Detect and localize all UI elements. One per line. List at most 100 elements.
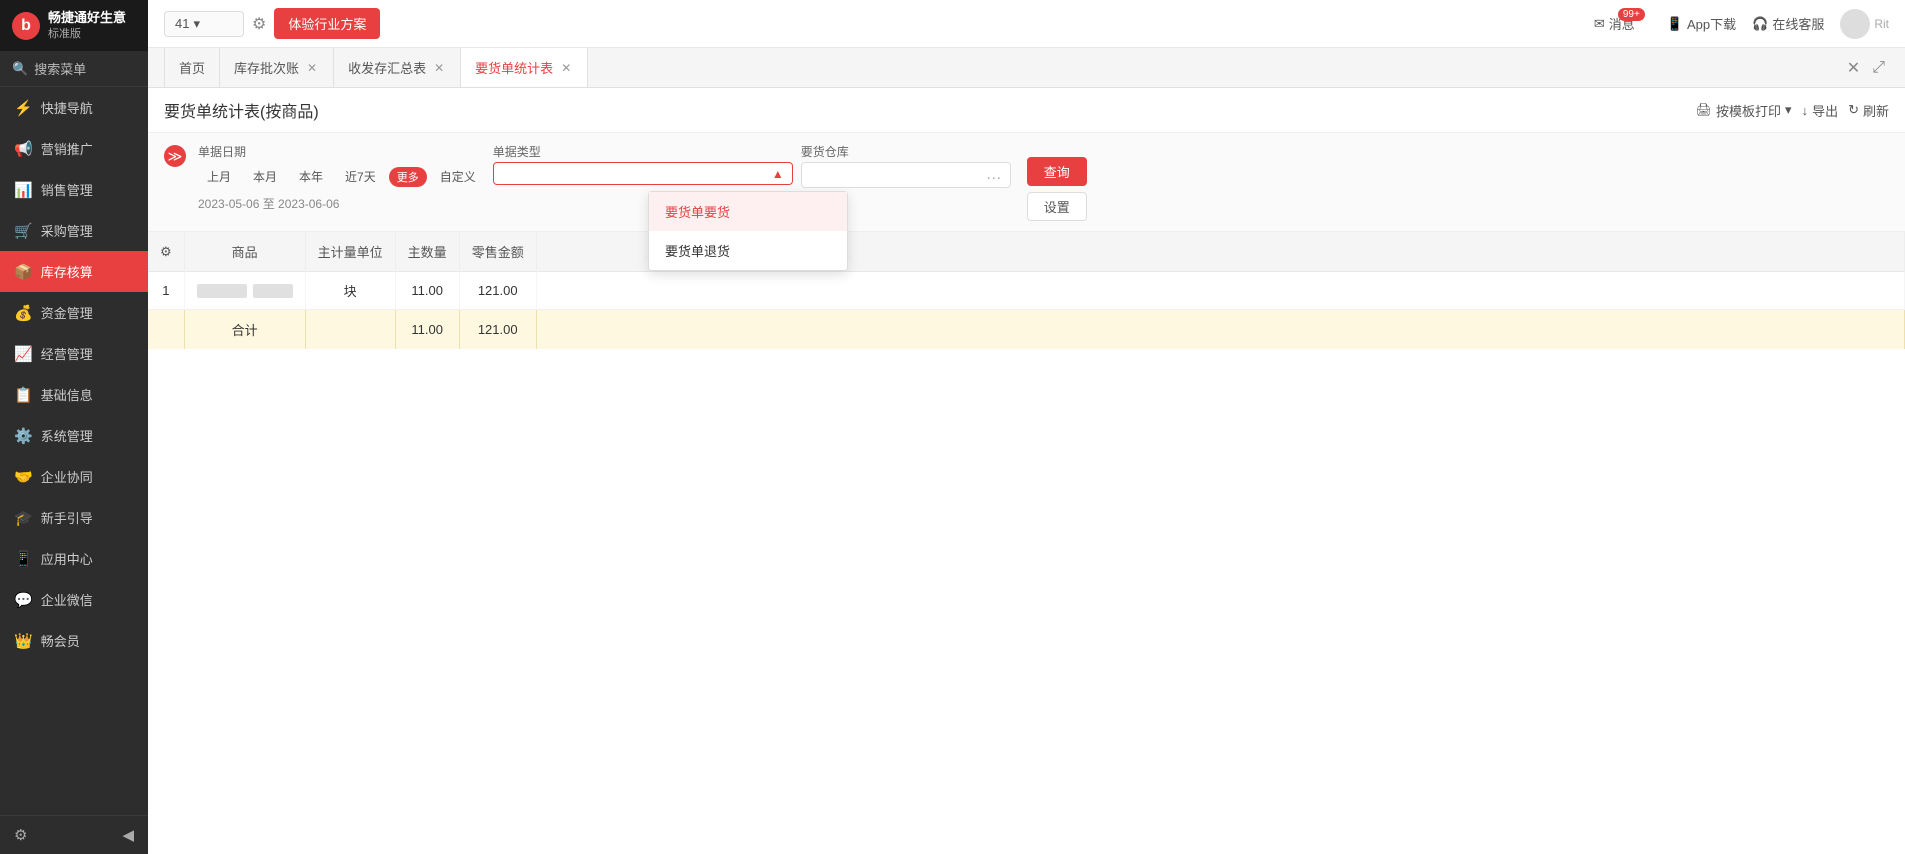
sidebar-item-inventory[interactable]: 📦 库存核算 — [0, 251, 148, 292]
date-options-row: 上月 本月 本年 近7天 更多 自定义 — [198, 164, 485, 189]
export-btn[interactable]: ↓ 导出 — [1802, 101, 1839, 120]
trial-btn[interactable]: 体验行业方案 — [274, 8, 380, 39]
col-qty-header: 主数量 — [395, 232, 459, 272]
page-content: 要货单统计表(按商品) 🖨 按模板打印 ▾ ↓ 导出 ↻ 刷新 ≫ — [148, 88, 1905, 854]
app-center-icon: 📱 — [14, 550, 33, 568]
settings-btn[interactable]: 设置 — [1027, 192, 1087, 221]
sidebar-item-label: 经营管理 — [41, 344, 93, 363]
print-label: 按模板打印 — [1716, 101, 1781, 120]
query-btn[interactable]: 查询 — [1027, 157, 1087, 186]
print-btn[interactable]: 🖨 按模板打印 ▾ — [1696, 101, 1792, 120]
company-selector[interactable]: 41 ▾ — [164, 11, 244, 37]
message-badge: 99+ — [1618, 8, 1645, 21]
refresh-label: 刷新 — [1863, 101, 1889, 120]
sidebar: b 畅捷通好生意 标准版 🔍 搜索菜单 ⚡ 快捷导航 📢 营销推广 📊 销售管理… — [0, 0, 148, 854]
tab-inventory-batch[interactable]: 库存批次账 ✕ — [220, 48, 334, 87]
filter-actions: 查询 设置 — [1027, 143, 1087, 221]
col-amount-header: 零售金额 — [459, 232, 536, 272]
footer-qty: 11.00 — [395, 310, 459, 350]
cell-product — [184, 272, 305, 310]
date-this-year-btn[interactable]: 本年 — [290, 164, 332, 189]
date-last-month-btn[interactable]: 上月 — [198, 164, 240, 189]
filter-row: 单据日期 上月 本月 本年 近7天 更多 自定义 2023-05-06 至 20… — [198, 143, 1889, 221]
user-avatar[interactable]: Rit — [1840, 9, 1889, 39]
export-icon: ↓ — [1802, 103, 1809, 118]
company-value: 41 — [175, 16, 189, 31]
sidebar-item-label: 采购管理 — [41, 221, 93, 240]
inventory-icon: 📦 — [14, 263, 33, 281]
col-settings-header[interactable]: ⚙ — [148, 232, 184, 272]
type-filter-label: 单据类型 — [493, 143, 793, 160]
message-btn[interactable]: ✉ 消息 99+ — [1594, 14, 1635, 33]
sidebar-item-wechat[interactable]: 💬 企业微信 — [0, 579, 148, 620]
wechat-icon: 💬 — [14, 591, 33, 609]
cell-no: 1 — [148, 272, 184, 310]
date-more-btn[interactable]: 更多 — [389, 167, 427, 187]
dropdown-item-requisition-order[interactable]: 要货单要货 — [649, 192, 847, 231]
sidebar-search[interactable]: 🔍 搜索菜单 — [0, 51, 148, 87]
main-area: 41 ▾ ⚙ 体验行业方案 ✉ 消息 99+ 📱 App下载 🎧 在线客服 R — [148, 0, 1905, 854]
message-icon: ✉ — [1594, 16, 1605, 32]
tabbar-actions: ✕ ⤢ — [1843, 54, 1889, 82]
tab-home-label: 首页 — [179, 58, 205, 77]
sidebar-item-marketing[interactable]: 📢 营销推广 — [0, 128, 148, 169]
dropdown-item-requisition-return[interactable]: 要货单退货 — [649, 231, 847, 270]
cell-extra — [536, 272, 1904, 310]
tab-close-all-btn[interactable]: ✕ — [1843, 54, 1864, 82]
date-filter-label: 单据日期 — [198, 143, 485, 160]
cell-qty: 11.00 — [395, 272, 459, 310]
tab-expand-btn[interactable]: ⤢ — [1868, 55, 1889, 81]
sidebar-item-enterprise[interactable]: 🤝 企业协同 — [0, 456, 148, 497]
filter-date-group: 单据日期 上月 本月 本年 近7天 更多 自定义 2023-05-06 至 20… — [198, 143, 485, 212]
tab-collection-summary[interactable]: 收发存汇总表 ✕ — [334, 48, 461, 87]
sidebar-item-basic-info[interactable]: 📋 基础信息 — [0, 374, 148, 415]
date-last-7days-btn[interactable]: 近7天 — [336, 164, 385, 189]
sidebar-logo: b 畅捷通好生意 标准版 — [0, 0, 148, 51]
type-dropdown-menu: 要货单要货 要货单退货 — [648, 191, 848, 271]
date-custom-btn[interactable]: 自定义 — [431, 164, 485, 189]
sidebar-item-operations[interactable]: 📈 经营管理 — [0, 333, 148, 374]
members-icon: 👑 — [14, 632, 33, 650]
warehouse-filter-input-row[interactable]: … — [801, 162, 1011, 188]
refresh-icon: ↻ — [1848, 102, 1859, 118]
sidebar-item-finance[interactable]: 💰 资金管理 — [0, 292, 148, 333]
date-this-month-btn[interactable]: 本月 — [244, 164, 286, 189]
tab-home[interactable]: 首页 — [164, 48, 220, 87]
sidebar-item-members[interactable]: 👑 畅会员 — [0, 620, 148, 661]
topbar: 41 ▾ ⚙ 体验行业方案 ✉ 消息 99+ 📱 App下载 🎧 在线客服 R — [148, 0, 1905, 48]
sidebar-item-system[interactable]: ⚙️ 系统管理 — [0, 415, 148, 456]
tab-requisition-stats-close[interactable]: ✕ — [559, 59, 573, 77]
sidebar-item-purchase[interactable]: 🛒 采购管理 — [0, 210, 148, 251]
settings-icon[interactable]: ⚙ — [14, 826, 27, 844]
system-icon: ⚙️ — [14, 427, 33, 445]
tab-collection-summary-label: 收发存汇总表 — [348, 58, 426, 77]
app-download-btn[interactable]: 📱 App下载 — [1667, 14, 1736, 33]
online-service-btn[interactable]: 🎧 在线客服 — [1752, 14, 1824, 33]
topbar-gear-icon[interactable]: ⚙ — [252, 14, 266, 34]
type-filter-input-row[interactable]: ▲ — [493, 162, 793, 185]
sidebar-item-guide[interactable]: 🎓 新手引导 — [0, 497, 148, 538]
sidebar-item-app-center[interactable]: 📱 应用中心 — [0, 538, 148, 579]
col-product-header: 商品 — [184, 232, 305, 272]
refresh-btn[interactable]: ↻ 刷新 — [1848, 101, 1889, 120]
sidebar-footer: ⚙ ◀ — [0, 815, 148, 854]
sidebar-item-label: 应用中心 — [41, 549, 93, 568]
cell-amount: 121.00 — [459, 272, 536, 310]
enterprise-icon: 🤝 — [14, 468, 33, 486]
app-title: 畅捷通好生意 — [48, 10, 126, 27]
page-title: 要货单统计表(按商品) — [164, 98, 319, 122]
type-filter-arrow-icon[interactable]: ▲ — [772, 167, 784, 181]
table-header-row: ⚙ 商品 主计量单位 主数量 零售金额 — [148, 232, 1905, 272]
tab-inventory-batch-close[interactable]: ✕ — [305, 59, 319, 77]
sidebar-item-sales[interactable]: 📊 销售管理 — [0, 169, 148, 210]
collapse-icon[interactable]: ◀ — [122, 826, 134, 844]
tab-collection-summary-close[interactable]: ✕ — [432, 59, 446, 77]
warehouse-more-icon[interactable]: … — [986, 166, 1002, 184]
tab-requisition-stats[interactable]: 要货单统计表 ✕ — [461, 48, 588, 87]
warehouse-filter-input[interactable] — [810, 168, 986, 183]
table-container: ⚙ 商品 主计量单位 主数量 零售金额 1 — [148, 232, 1905, 854]
footer-amount: 121.00 — [459, 310, 536, 350]
type-filter-input[interactable] — [502, 166, 772, 181]
sidebar-item-quick-nav[interactable]: ⚡ 快捷导航 — [0, 87, 148, 128]
filter-toggle-btn[interactable]: ≫ — [164, 145, 186, 167]
